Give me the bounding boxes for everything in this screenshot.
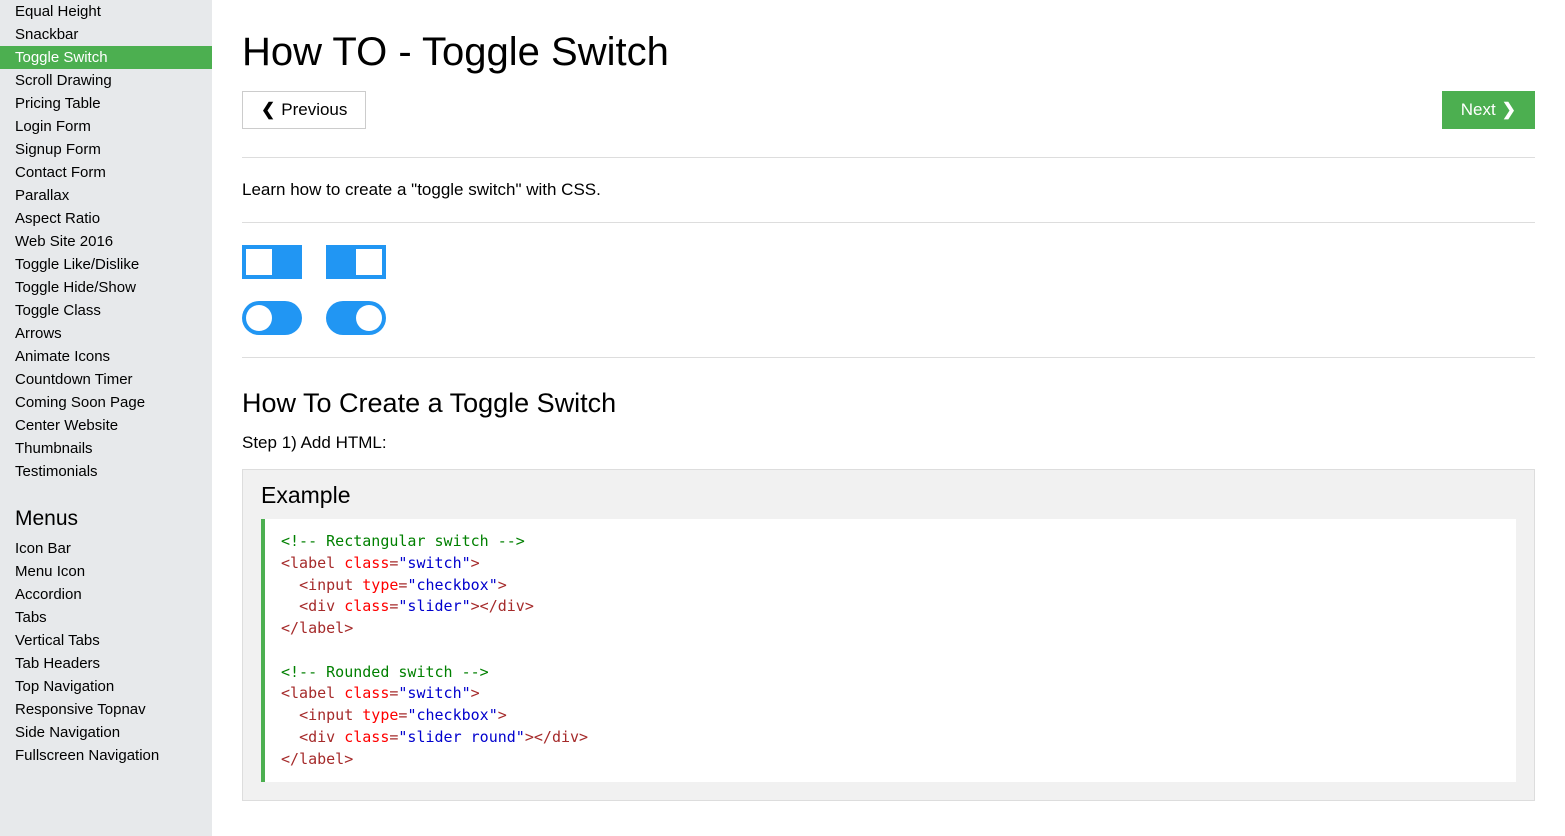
- sidebar-item[interactable]: Countdown Timer: [0, 368, 212, 391]
- previous-button[interactable]: ❮ Previous: [242, 91, 366, 129]
- sidebar-item[interactable]: Top Navigation: [0, 675, 212, 698]
- sidebar-item[interactable]: Pricing Table: [0, 92, 212, 115]
- example-box: Example <!-- Rectangular switch --> <lab…: [242, 469, 1535, 801]
- sidebar-item[interactable]: Testimonials: [0, 460, 212, 483]
- sidebar-item[interactable]: Aspect Ratio: [0, 207, 212, 230]
- slider-knob: [356, 305, 382, 331]
- sidebar-item[interactable]: Vertical Tabs: [0, 629, 212, 652]
- next-button[interactable]: Next ❯: [1442, 91, 1535, 129]
- sidebar-item[interactable]: Parallax: [0, 184, 212, 207]
- page-title: How TO - Toggle Switch: [242, 30, 1535, 75]
- example-title: Example: [261, 482, 1516, 509]
- sidebar-item[interactable]: Toggle Hide/Show: [0, 276, 212, 299]
- chevron-right-icon: ❯: [1502, 100, 1516, 120]
- sidebar-item[interactable]: Toggle Class: [0, 299, 212, 322]
- sidebar-item[interactable]: Contact Form: [0, 161, 212, 184]
- sidebar-item[interactable]: Equal Height: [0, 0, 212, 23]
- sidebar-item[interactable]: Login Form: [0, 115, 212, 138]
- sidebar-item[interactable]: Icon Bar: [0, 537, 212, 560]
- nav-row: ❮ Previous Next ❯: [242, 91, 1535, 129]
- divider: [242, 357, 1535, 358]
- slider-knob: [246, 249, 272, 275]
- sidebar-item[interactable]: Coming Soon Page: [0, 391, 212, 414]
- previous-label: Previous: [281, 100, 347, 120]
- next-label: Next: [1461, 100, 1496, 120]
- step-text: Step 1) Add HTML:: [242, 433, 1535, 453]
- sidebar-item[interactable]: Accordion: [0, 583, 212, 606]
- slider-knob: [356, 249, 382, 275]
- sidebar-item[interactable]: Fullscreen Navigation: [0, 744, 212, 767]
- chevron-left-icon: ❮: [261, 100, 275, 120]
- sidebar-item[interactable]: Center Website: [0, 414, 212, 437]
- slider-knob: [246, 305, 272, 331]
- main-content: How TO - Toggle Switch ❮ Previous Next ❯…: [212, 0, 1565, 836]
- sidebar: Equal Height Snackbar Toggle Switch Scro…: [0, 0, 212, 836]
- sidebar-item[interactable]: Responsive Topnav: [0, 698, 212, 721]
- toggle-switch-round-off[interactable]: [242, 301, 302, 335]
- sidebar-item[interactable]: Scroll Drawing: [0, 69, 212, 92]
- sidebar-item[interactable]: Signup Form: [0, 138, 212, 161]
- sidebar-item[interactable]: Web Site 2016: [0, 230, 212, 253]
- code-block: <!-- Rectangular switch --> <label class…: [261, 519, 1516, 782]
- switch-row-rect: [242, 245, 1535, 279]
- sidebar-item-toggle-switch[interactable]: Toggle Switch: [0, 46, 212, 69]
- sidebar-item[interactable]: Snackbar: [0, 23, 212, 46]
- sidebar-item[interactable]: Animate Icons: [0, 345, 212, 368]
- intro-text: Learn how to create a "toggle switch" wi…: [242, 180, 1535, 200]
- sidebar-item[interactable]: Menu Icon: [0, 560, 212, 583]
- divider: [242, 222, 1535, 223]
- toggle-switch-rect-on[interactable]: [326, 245, 386, 279]
- sidebar-heading-menus: Menus: [0, 483, 212, 537]
- section-title: How To Create a Toggle Switch: [242, 388, 1535, 419]
- sidebar-item[interactable]: Tabs: [0, 606, 212, 629]
- sidebar-item[interactable]: Arrows: [0, 322, 212, 345]
- switch-row-round: [242, 301, 1535, 335]
- sidebar-item[interactable]: Tab Headers: [0, 652, 212, 675]
- divider: [242, 157, 1535, 158]
- sidebar-item[interactable]: Toggle Like/Dislike: [0, 253, 212, 276]
- toggle-switch-round-on[interactable]: [326, 301, 386, 335]
- sidebar-item[interactable]: Thumbnails: [0, 437, 212, 460]
- sidebar-item[interactable]: Side Navigation: [0, 721, 212, 744]
- toggle-switch-rect-off[interactable]: [242, 245, 302, 279]
